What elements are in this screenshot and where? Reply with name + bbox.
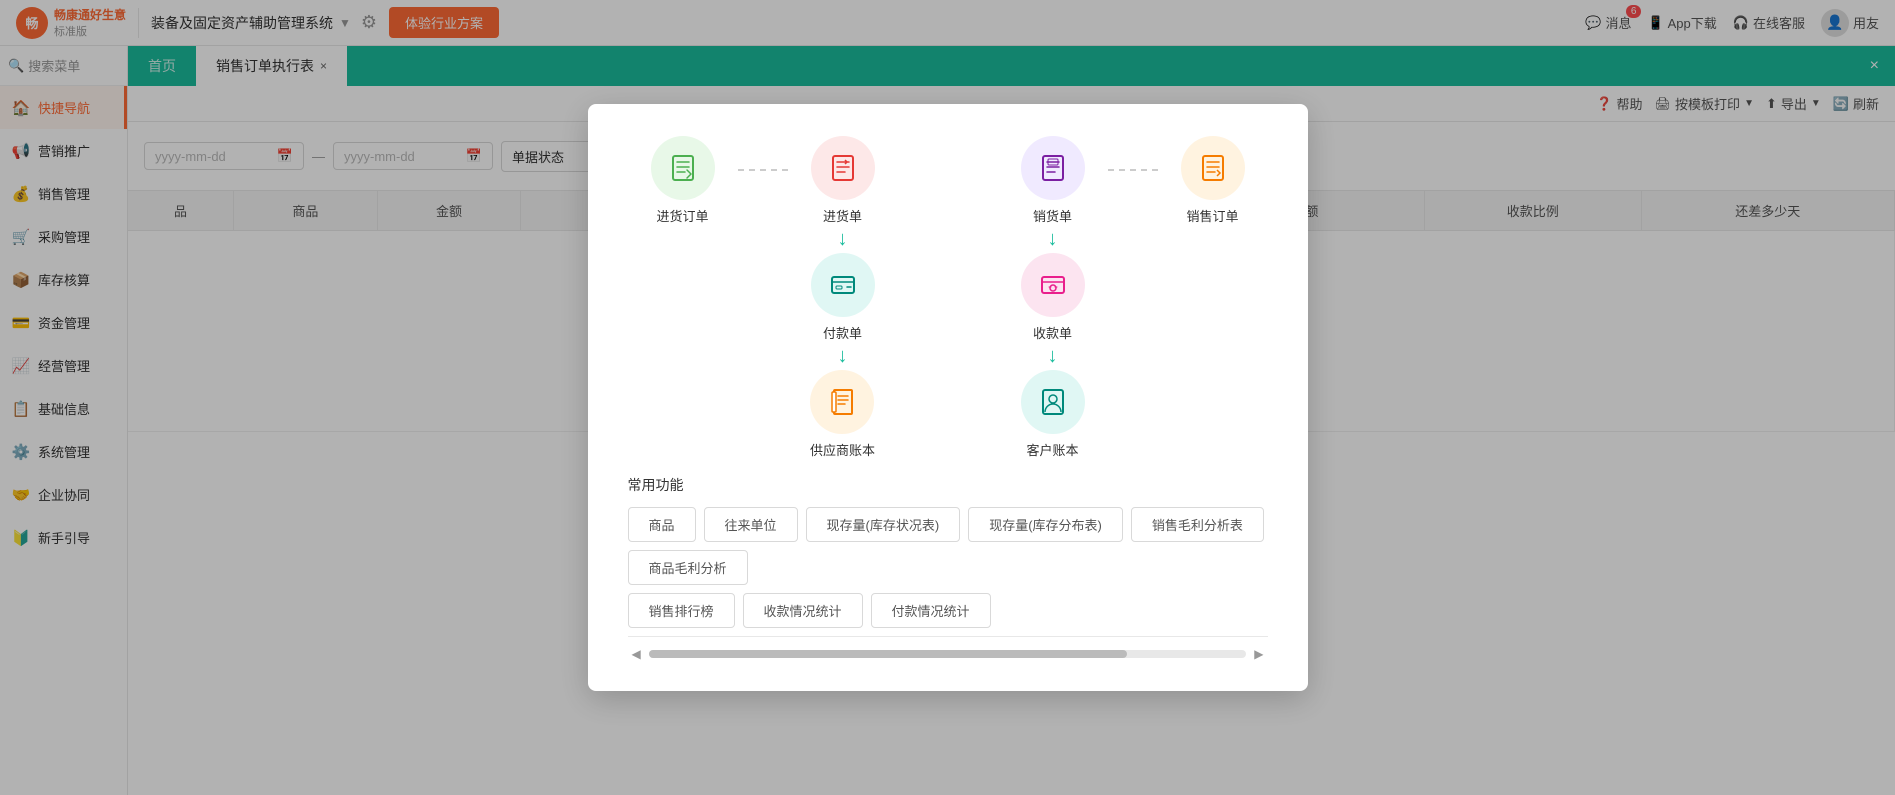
flow-row-1: 进货订单 进货单 (628, 136, 1268, 225)
modal: 进货订单 进货单 (588, 104, 1308, 691)
scroll-left-button[interactable]: ◀ (628, 645, 645, 663)
func-btn-sales-margin[interactable]: 销售毛利分析表 (1131, 507, 1264, 542)
purchase-order-label: 进货订单 (656, 206, 708, 225)
receipt-slip-label: 收款单 (1033, 323, 1072, 342)
scroll-track[interactable] (649, 650, 1247, 658)
down-arrow-3: ↓ (838, 346, 848, 366)
node-customer-ledger: 客户账本 (1021, 370, 1085, 459)
node-purchase-order: 进货订单 (651, 136, 715, 225)
func-btn-collection-stats[interactable]: 收款情况统计 (743, 593, 863, 628)
receipt-slip-icon (1021, 253, 1085, 317)
modal-overlay[interactable]: 进货订单 进货单 (0, 0, 1895, 795)
purchase-slip-icon (811, 136, 875, 200)
sales-order-icon (1181, 136, 1245, 200)
common-functions-section: 常用功能 商品 往来单位 现存量(库存状况表) 现存量(库存分布表) 销售毛利分… (628, 475, 1268, 628)
modal-scrollbar: ◀ ▶ (628, 636, 1268, 671)
node-supplier-ledger: 供应商账本 (810, 370, 875, 459)
flow-row-3: 付款单 收款单 (628, 253, 1268, 342)
customer-ledger-icon (1021, 370, 1085, 434)
func-btn-partners[interactable]: 往来单位 (704, 507, 798, 542)
payment-slip-label: 付款单 (823, 323, 862, 342)
sales-slip-label: 销货单 (1033, 206, 1072, 225)
function-buttons-row-2: 销售排行榜 收款情况统计 付款情况统计 (628, 593, 1268, 628)
down-arrow-2: ↓ (1048, 229, 1058, 249)
flow-row-2: ↓ ↓ (628, 225, 1268, 253)
common-functions-title: 常用功能 (628, 475, 1268, 495)
supplier-ledger-label: 供应商账本 (810, 440, 875, 459)
flow-row-5: 供应商账本 客户账本 (628, 370, 1268, 459)
function-buttons-row-1: 商品 往来单位 现存量(库存状况表) 现存量(库存分布表) 销售毛利分析表 商品… (628, 507, 1268, 585)
func-btn-stock-status[interactable]: 现存量(库存状况表) (806, 507, 961, 542)
scroll-thumb (649, 650, 1127, 658)
node-receipt-slip: 收款单 (1021, 253, 1085, 342)
flow-row-4: ↓ ↓ (628, 342, 1268, 370)
func-btn-stock-dist[interactable]: 现存量(库存分布表) (968, 507, 1123, 542)
supplier-ledger-icon (810, 370, 874, 434)
func-btn-sales-rank[interactable]: 销售排行榜 (628, 593, 735, 628)
sales-order-label: 销售订单 (1186, 206, 1238, 225)
node-purchase-slip: 进货单 (811, 136, 875, 225)
customer-ledger-label: 客户账本 (1026, 440, 1078, 459)
payment-slip-icon (811, 253, 875, 317)
arrow-1 (738, 169, 788, 171)
func-btn-product-margin[interactable]: 商品毛利分析 (628, 550, 748, 585)
node-sales-slip: 销货单 (1021, 136, 1085, 225)
node-sales-order: 销售订单 (1181, 136, 1245, 225)
func-btn-payment-stats[interactable]: 付款情况统计 (871, 593, 991, 628)
down-arrow-1: ↓ (838, 229, 848, 249)
flow-diagram: 进货订单 进货单 (628, 136, 1268, 459)
scroll-right-button[interactable]: ▶ (1250, 645, 1267, 663)
purchase-slip-label: 进货单 (823, 206, 862, 225)
func-btn-products[interactable]: 商品 (628, 507, 696, 542)
down-arrow-4: ↓ (1048, 346, 1058, 366)
node-payment-slip: 付款单 (811, 253, 875, 342)
arrow-2 (1108, 169, 1158, 171)
sales-slip-icon (1021, 136, 1085, 200)
purchase-order-icon (651, 136, 715, 200)
